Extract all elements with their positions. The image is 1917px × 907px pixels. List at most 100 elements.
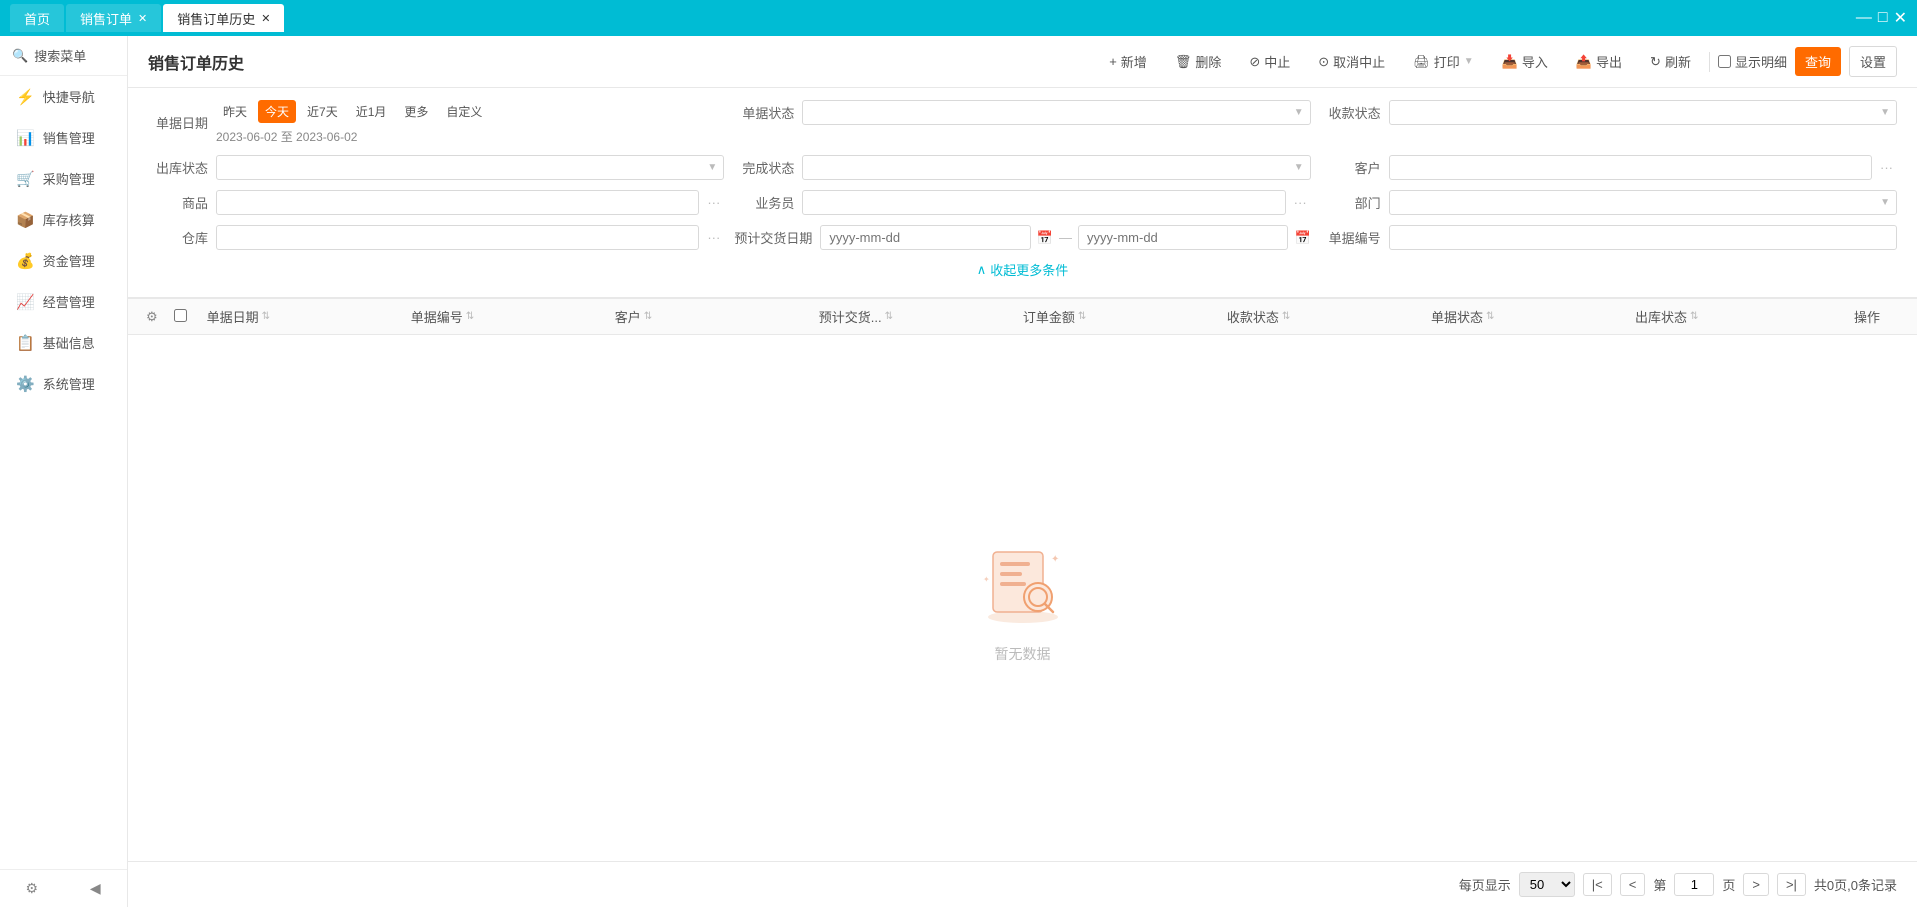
refresh-button[interactable]: ↻ 刷新: [1640, 47, 1701, 76]
th-number-sort-icon[interactable]: ⇅: [466, 311, 474, 322]
salesperson-input[interactable]: [802, 190, 1285, 215]
filter-complete-status-cell: 完成状态 ▼: [734, 155, 1310, 180]
product-input[interactable]: [216, 190, 699, 215]
th-delivery-status-sort-icon[interactable]: ⇅: [1690, 311, 1698, 322]
sidebar-item-sales-mgmt[interactable]: 📊 销售管理: [0, 117, 127, 158]
warehouse-picker-icon[interactable]: ···: [703, 230, 724, 245]
th-payment-status-sort-icon[interactable]: ⇅: [1282, 311, 1290, 322]
stop-button[interactable]: ⊘ 中止: [1239, 47, 1300, 76]
search-icon: 🔍: [12, 48, 28, 64]
date-today-btn[interactable]: 今天: [258, 100, 296, 123]
order-status-select[interactable]: [803, 101, 1309, 124]
complete-status-select[interactable]: [803, 156, 1309, 179]
page-header: 销售订单历史 + 新增 🗑 删除 ⊘ 中止 ⊙ 取消中止: [128, 36, 1917, 88]
delete-button[interactable]: 🗑 删除: [1165, 47, 1232, 76]
sidebar-item-operations[interactable]: 📈 经营管理: [0, 281, 127, 322]
department-select[interactable]: [1390, 191, 1896, 214]
tab-home[interactable]: 首页: [10, 4, 64, 32]
search-menu-item[interactable]: 🔍 搜索菜单: [0, 36, 127, 76]
filter-order-status-label: 单据状态: [734, 103, 794, 122]
customer-input[interactable]: [1389, 155, 1872, 180]
delivery-date-start-calendar-icon[interactable]: 📅: [1037, 230, 1053, 246]
current-page-input[interactable]: [1674, 873, 1714, 896]
delivery-date-start[interactable]: [820, 225, 1030, 250]
sidebar-item-sys-mgmt[interactable]: ⚙️ 系统管理: [0, 363, 127, 404]
tab-sales-order-close[interactable]: ✕: [138, 12, 147, 25]
tab-sales-order-label: 销售订单: [80, 9, 132, 28]
department-select-wrap[interactable]: ▼: [1389, 190, 1897, 215]
table-settings-icon[interactable]: ⚙: [138, 301, 166, 333]
th-operations: 操作: [1827, 299, 1907, 334]
date-yesterday-btn[interactable]: 昨天: [216, 100, 254, 123]
th-delivery-status-label: 出库状态: [1635, 307, 1687, 326]
payment-status-select-wrap[interactable]: ▼: [1389, 100, 1897, 125]
window-maximize-btn[interactable]: □: [1878, 9, 1888, 27]
sidebar-item-inventory[interactable]: 📦 库存核算: [0, 199, 127, 240]
plus-icon: +: [1109, 54, 1117, 69]
per-page-select[interactable]: 50 10 20 100: [1519, 872, 1575, 897]
product-picker-icon[interactable]: ···: [703, 195, 724, 210]
sidebar-item-purchase-mgmt-label: 采购管理: [43, 169, 95, 188]
collapse-more-btn[interactable]: ∧ 收起更多条件: [148, 254, 1897, 285]
empty-state-illustration: ✦ ✦: [963, 532, 1083, 632]
search-menu-label: 搜索菜单: [34, 46, 86, 65]
order-status-select-wrap[interactable]: ▼: [802, 100, 1310, 125]
sidebar-item-quick-nav[interactable]: ⚡ 快捷导航: [0, 76, 127, 117]
window-minimize-btn[interactable]: —: [1856, 9, 1872, 27]
page-label-before: 第: [1653, 875, 1666, 894]
select-all-checkbox[interactable]: [174, 309, 187, 322]
salesperson-picker-icon[interactable]: ···: [1290, 195, 1311, 210]
import-icon: 📥: [1502, 54, 1518, 70]
prev-page-btn[interactable]: <: [1620, 873, 1646, 896]
order-number-input[interactable]: [1389, 225, 1897, 250]
date-range-display: 2023-06-02 至 2023-06-02: [216, 128, 489, 145]
print-button[interactable]: 🖨 打印 ▼: [1403, 47, 1483, 76]
svg-text:✦: ✦: [983, 575, 990, 584]
filter-salesperson-label: 业务员: [734, 193, 794, 212]
next-page-btn[interactable]: >: [1743, 873, 1769, 896]
display-detail-label[interactable]: 显示明细: [1718, 52, 1787, 71]
sidebar-collapse-btn[interactable]: ◀: [64, 870, 128, 907]
delivery-date-end[interactable]: [1078, 225, 1288, 250]
filter-department-label: 部门: [1321, 193, 1381, 212]
delivery-status-select[interactable]: [217, 156, 723, 179]
th-date-sort-icon[interactable]: ⇅: [262, 311, 270, 322]
first-page-btn[interactable]: |<: [1583, 873, 1612, 896]
import-button[interactable]: 📥 导入: [1492, 47, 1558, 76]
date-more-btn[interactable]: 更多: [397, 100, 435, 123]
th-amount-sort-icon[interactable]: ⇅: [1078, 311, 1086, 322]
th-order-status-sort-icon[interactable]: ⇅: [1486, 311, 1494, 322]
delivery-status-select-wrap[interactable]: ▼: [216, 155, 724, 180]
th-expected-label: 预计交货...: [819, 307, 882, 326]
date-custom-btn[interactable]: 自定义: [439, 100, 489, 123]
th-customer-sort-icon[interactable]: ⇅: [644, 311, 652, 322]
date-last7-btn[interactable]: 近7天: [300, 100, 345, 123]
th-expected-sort-icon[interactable]: ⇅: [885, 311, 893, 322]
sidebar-item-basic-info[interactable]: 📋 基础信息: [0, 322, 127, 363]
complete-status-select-wrap[interactable]: ▼: [802, 155, 1310, 180]
new-button[interactable]: + 新增: [1099, 47, 1157, 76]
window-close-btn[interactable]: ✕: [1894, 8, 1907, 28]
table-select-all[interactable]: [166, 301, 195, 333]
sidebar-item-finance[interactable]: 💰 资金管理: [0, 240, 127, 281]
filter-product-label: 商品: [148, 193, 208, 212]
new-label: 新增: [1121, 52, 1147, 71]
tab-sales-order-history[interactable]: 销售订单历史 ✕: [163, 4, 284, 32]
cancel-stop-label: 取消中止: [1333, 52, 1385, 71]
delivery-date-end-calendar-icon[interactable]: 📅: [1294, 230, 1310, 246]
sidebar-item-purchase-mgmt[interactable]: 🛒 采购管理: [0, 158, 127, 199]
filter-salesperson-cell: 业务员 ···: [734, 190, 1310, 215]
settings-button[interactable]: 设置: [1849, 46, 1897, 77]
display-detail-checkbox[interactable]: [1718, 55, 1731, 68]
customer-picker-icon[interactable]: ···: [1876, 160, 1897, 175]
date-last1m-btn[interactable]: 近1月: [349, 100, 394, 123]
tab-sales-order[interactable]: 销售订单 ✕: [66, 4, 161, 32]
payment-status-select[interactable]: [1390, 101, 1896, 124]
export-button[interactable]: 📤 导出: [1566, 47, 1632, 76]
cancel-stop-button[interactable]: ⊙ 取消中止: [1308, 47, 1395, 76]
query-button[interactable]: 查询: [1795, 47, 1841, 76]
last-page-btn[interactable]: >|: [1777, 873, 1806, 896]
warehouse-input[interactable]: [216, 225, 699, 250]
sidebar-settings-btn[interactable]: ⚙: [0, 870, 64, 907]
tab-sales-order-history-close[interactable]: ✕: [261, 12, 270, 25]
